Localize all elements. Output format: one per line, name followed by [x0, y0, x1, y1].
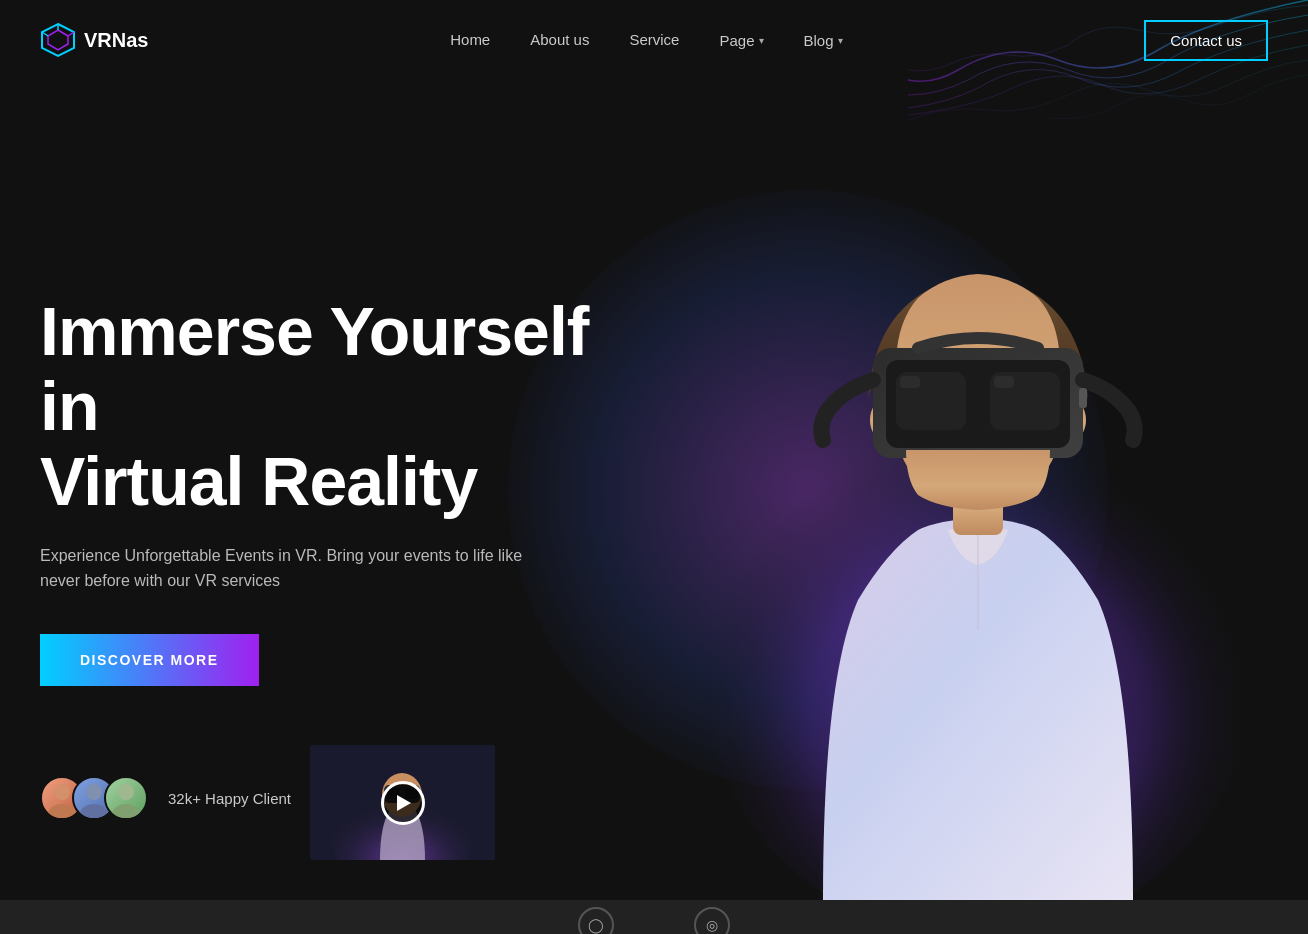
video-thumbnail[interactable] — [310, 745, 495, 860]
bottom-icon-1[interactable]: ◯ — [578, 907, 614, 934]
discover-more-button[interactable]: DISCOVER MORE — [40, 634, 259, 686]
page-chevron-icon: ▾ — [759, 35, 764, 46]
happy-client-count: 32k+ Happy Client — [168, 790, 291, 807]
svg-marker-1 — [48, 30, 68, 50]
svg-point-26 — [112, 804, 140, 818]
navbar: VRNas Home About us Service Page ▾ Blog … — [0, 0, 1308, 80]
hero-title: Immerse Yourself in Virtual Reality — [40, 294, 640, 518]
svg-point-23 — [86, 784, 102, 800]
video-play-button[interactable] — [381, 781, 425, 825]
svg-point-25 — [118, 784, 134, 800]
hero-section: Immerse Yourself in Virtual Reality Expe… — [0, 80, 1308, 900]
svg-point-22 — [48, 804, 76, 818]
logo-icon — [40, 22, 76, 58]
hero-subtitle: Experience Unforgettable Events in VR. B… — [40, 543, 540, 594]
nav-item-about[interactable]: About us — [530, 31, 589, 49]
blog-chevron-icon: ▾ — [838, 35, 843, 46]
hero-vr-image — [648, 80, 1308, 900]
avatar-group — [40, 776, 148, 820]
nav-item-blog[interactable]: Blog ▾ — [804, 32, 843, 49]
vr-person-svg — [658, 80, 1298, 900]
bottom-icon-2[interactable]: ◎ — [694, 907, 730, 934]
hero-content: Immerse Yourself in Virtual Reality Expe… — [0, 294, 680, 686]
play-icon — [397, 795, 411, 811]
svg-rect-18 — [994, 376, 1014, 388]
nav-item-page[interactable]: Page ▾ — [719, 32, 763, 49]
svg-point-24 — [80, 804, 108, 818]
svg-rect-19 — [1079, 388, 1087, 408]
nav-item-home[interactable]: Home — [450, 31, 490, 49]
wave-decoration — [908, 0, 1308, 130]
nav-links: Home About us Service Page ▾ Blog ▾ — [450, 31, 842, 49]
avatar — [104, 776, 148, 820]
bottom-bar: ◯ ◎ — [0, 900, 1308, 934]
nav-item-service[interactable]: Service — [629, 31, 679, 49]
svg-rect-17 — [900, 376, 920, 388]
svg-point-21 — [54, 784, 70, 800]
hero-bottom: 32k+ Happy Client — [40, 776, 291, 820]
logo-text: VRNas — [84, 29, 148, 52]
logo[interactable]: VRNas — [40, 22, 148, 58]
